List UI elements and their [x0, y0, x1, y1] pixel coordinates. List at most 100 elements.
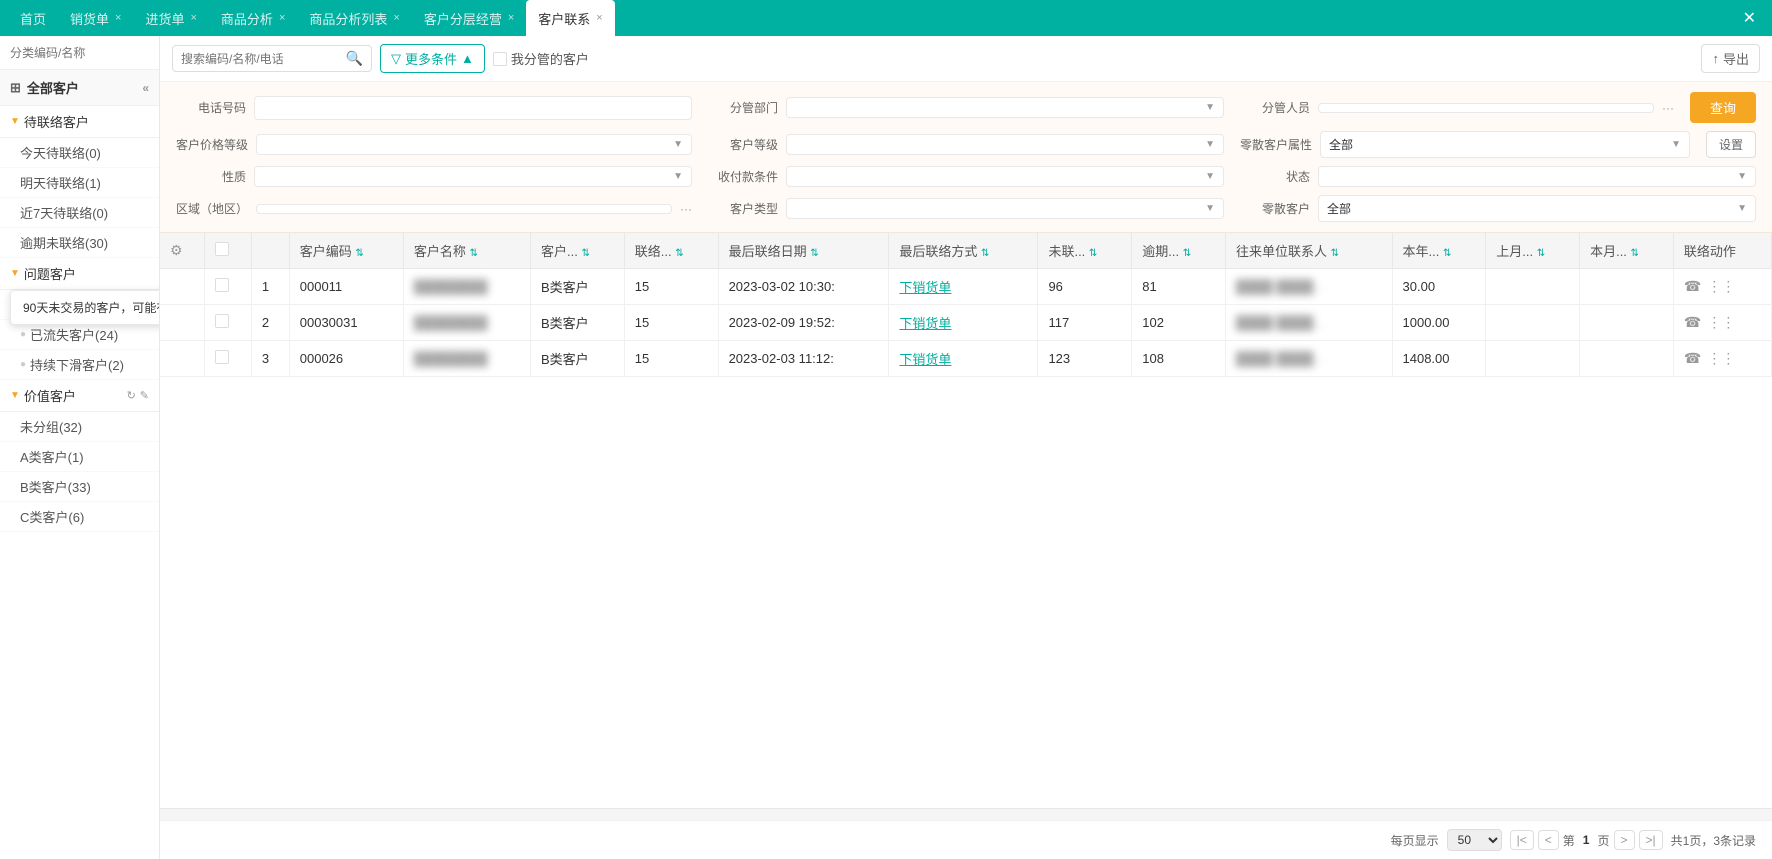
- cell-checkbox-2[interactable]: [204, 341, 251, 377]
- tab-product-analysis[interactable]: 商品分析 ×: [209, 0, 297, 36]
- window-close-btn[interactable]: ✕: [1735, 4, 1764, 32]
- cell-contact-0: 15: [624, 269, 718, 305]
- tab-product-list-close[interactable]: ×: [393, 12, 399, 24]
- sidebar-item-today[interactable]: 今天待联络(0): [0, 138, 159, 168]
- tab-customer-contact[interactable]: 客户联系 ×: [526, 0, 614, 36]
- prev-page-btn[interactable]: <: [1538, 830, 1559, 850]
- per-page-select[interactable]: 50 100 200: [1447, 829, 1502, 851]
- col-name[interactable]: 客户名称 ⇅: [403, 233, 530, 269]
- filter-sparse-attr-select[interactable]: 全部 ▼: [1320, 131, 1690, 158]
- edit-icon[interactable]: ✎: [140, 389, 149, 402]
- action-contact-icon-1[interactable]: ☎: [1684, 314, 1701, 331]
- filter-region-select[interactable]: [256, 204, 672, 214]
- export-button[interactable]: ↑ 导出: [1701, 44, 1760, 73]
- per-page-label: 每页显示: [1391, 832, 1439, 849]
- filter-dept-select[interactable]: ▼: [786, 97, 1224, 118]
- query-button[interactable]: 查询: [1690, 92, 1756, 123]
- cell-unit-contact-2: ████ ████...: [1226, 341, 1393, 377]
- col-unit-contact[interactable]: 往来单位联系人 ⇅: [1226, 233, 1393, 269]
- col-last-month[interactable]: 上月... ⇅: [1486, 233, 1580, 269]
- action-contact-icon-2[interactable]: ☎: [1684, 350, 1701, 367]
- settings-button[interactable]: 设置: [1706, 131, 1756, 158]
- tab-customer-contact-close[interactable]: ×: [596, 12, 602, 24]
- col-last-date[interactable]: 最后联络日期 ⇅: [718, 233, 889, 269]
- filter-region-dots[interactable]: ···: [680, 202, 692, 216]
- col-this-year[interactable]: 本年... ⇅: [1392, 233, 1486, 269]
- sidebar-group-value[interactable]: ▼ 价值客户 ↻ ✎: [0, 380, 159, 412]
- last-method-link-0[interactable]: 下销货单: [899, 280, 951, 295]
- cell-checkbox-0[interactable]: [204, 269, 251, 305]
- my-customers-checkbox-row[interactable]: 我分管的客户: [493, 49, 589, 68]
- tab-customer-tier[interactable]: 客户分层经营 ×: [412, 0, 526, 36]
- tab-home[interactable]: 首页: [8, 0, 58, 36]
- filter-manager-select[interactable]: [1318, 103, 1654, 113]
- action-more-icon-2[interactable]: ⋮⋮: [1707, 350, 1735, 367]
- cell-checkbox-1[interactable]: [204, 305, 251, 341]
- tab-sales[interactable]: 销货单 ×: [58, 0, 133, 36]
- filter-nature-select[interactable]: ▼: [254, 166, 692, 187]
- filter-cust-type-select[interactable]: ▼: [786, 198, 1224, 219]
- refresh-icon[interactable]: ↻: [127, 389, 136, 402]
- tab-sales-close[interactable]: ×: [115, 12, 121, 24]
- sidebar-group-problem[interactable]: ▼ 问题客户: [0, 258, 159, 290]
- header-checkbox[interactable]: [215, 242, 229, 256]
- tab-purchase[interactable]: 进货单 ×: [133, 0, 208, 36]
- tab-purchase-close[interactable]: ×: [190, 12, 196, 24]
- filter-status-select[interactable]: ▼: [1318, 166, 1756, 187]
- sidebar-item-tomorrow[interactable]: 明天待联络(1): [0, 168, 159, 198]
- last-page-btn[interactable]: >|: [1639, 830, 1663, 850]
- col-settings[interactable]: ⚙: [160, 233, 204, 269]
- filter-cust-type: 客户类型 ▼: [708, 195, 1224, 222]
- sidebar-item-7days[interactable]: 近7天待联络(0): [0, 198, 159, 228]
- action-more-icon-0[interactable]: ⋮⋮: [1707, 278, 1735, 295]
- search-input[interactable]: [181, 52, 346, 66]
- col-overdue[interactable]: 逾期... ⇅: [1132, 233, 1226, 269]
- next-page-btn[interactable]: >: [1614, 830, 1635, 850]
- sidebar-item-b-class[interactable]: B类客户(33): [0, 472, 159, 502]
- last-method-link-1[interactable]: 下销货单: [899, 316, 951, 331]
- cell-last-method-1[interactable]: 下销货单: [889, 305, 1038, 341]
- sidebar-collapse-btn[interactable]: «: [142, 81, 149, 95]
- cell-last-method-0[interactable]: 下销货单: [889, 269, 1038, 305]
- col-code[interactable]: 客户编码 ⇅: [289, 233, 403, 269]
- col-checkbox[interactable]: [204, 233, 251, 269]
- sidebar-group-pending[interactable]: ▼ 待联络客户: [0, 106, 159, 138]
- filter-phone-input[interactable]: [254, 96, 692, 120]
- filter-price-level-select[interactable]: ▼: [256, 134, 692, 155]
- sidebar-item-c-class[interactable]: C类客户(6): [0, 502, 159, 532]
- col-last-method[interactable]: 最后联络方式 ⇅: [889, 233, 1038, 269]
- col-this-month[interactable]: 本月... ⇅: [1580, 233, 1674, 269]
- sidebar-item-overdue[interactable]: 逾期未联络(30): [0, 228, 159, 258]
- row-checkbox-0[interactable]: [215, 278, 229, 292]
- search-submit-icon[interactable]: 🔍: [346, 50, 363, 67]
- col-type[interactable]: 客户... ⇅: [531, 233, 625, 269]
- tab-customer-tier-close[interactable]: ×: [508, 12, 514, 24]
- action-more-icon-1[interactable]: ⋮⋮: [1707, 314, 1735, 331]
- col-not-contacted[interactable]: 未联... ⇅: [1038, 233, 1132, 269]
- cell-last-method-2[interactable]: 下销货单: [889, 341, 1038, 377]
- tab-product-analysis-close[interactable]: ×: [279, 12, 285, 24]
- sidebar-item-ungrouped[interactable]: 未分组(32): [0, 412, 159, 442]
- more-conditions-button[interactable]: ▽ 更多条件 ▲: [380, 44, 485, 73]
- sidebar-item-a-class[interactable]: A类客户(1): [0, 442, 159, 472]
- sidebar-search-input[interactable]: [10, 46, 160, 60]
- filter-manager-dots[interactable]: ···: [1662, 101, 1674, 115]
- cell-name-2: ████████: [403, 341, 530, 377]
- my-customers-checkbox[interactable]: [493, 52, 507, 66]
- last-method-link-2[interactable]: 下销货单: [899, 352, 951, 367]
- col-contact[interactable]: 联络... ⇅: [624, 233, 718, 269]
- filter-payment-select[interactable]: ▼: [786, 166, 1224, 187]
- row-checkbox-1[interactable]: [215, 314, 229, 328]
- sidebar-item-declining[interactable]: ● 持续下滑客户(2): [0, 350, 159, 380]
- row-checkbox-2[interactable]: [215, 350, 229, 364]
- first-page-btn[interactable]: |<: [1510, 830, 1534, 850]
- action-contact-icon-0[interactable]: ☎: [1684, 278, 1701, 295]
- col-index: [251, 233, 289, 269]
- settings-gear-icon[interactable]: ⚙: [170, 242, 183, 258]
- tab-product-analysis-list[interactable]: 商品分析列表 ×: [297, 0, 411, 36]
- horizontal-scrollbar[interactable]: [160, 808, 1772, 820]
- filter-cust-level-select[interactable]: ▼: [786, 134, 1224, 155]
- top-tabbar: 首页 销货单 × 进货单 × 商品分析 × 商品分析列表 × 客户分层经营 × …: [0, 0, 1772, 36]
- filter-sparse-cust-select[interactable]: 全部 ▼: [1318, 195, 1756, 222]
- sidebar-all-customers[interactable]: ⊞ 全部客户 «: [0, 70, 159, 106]
